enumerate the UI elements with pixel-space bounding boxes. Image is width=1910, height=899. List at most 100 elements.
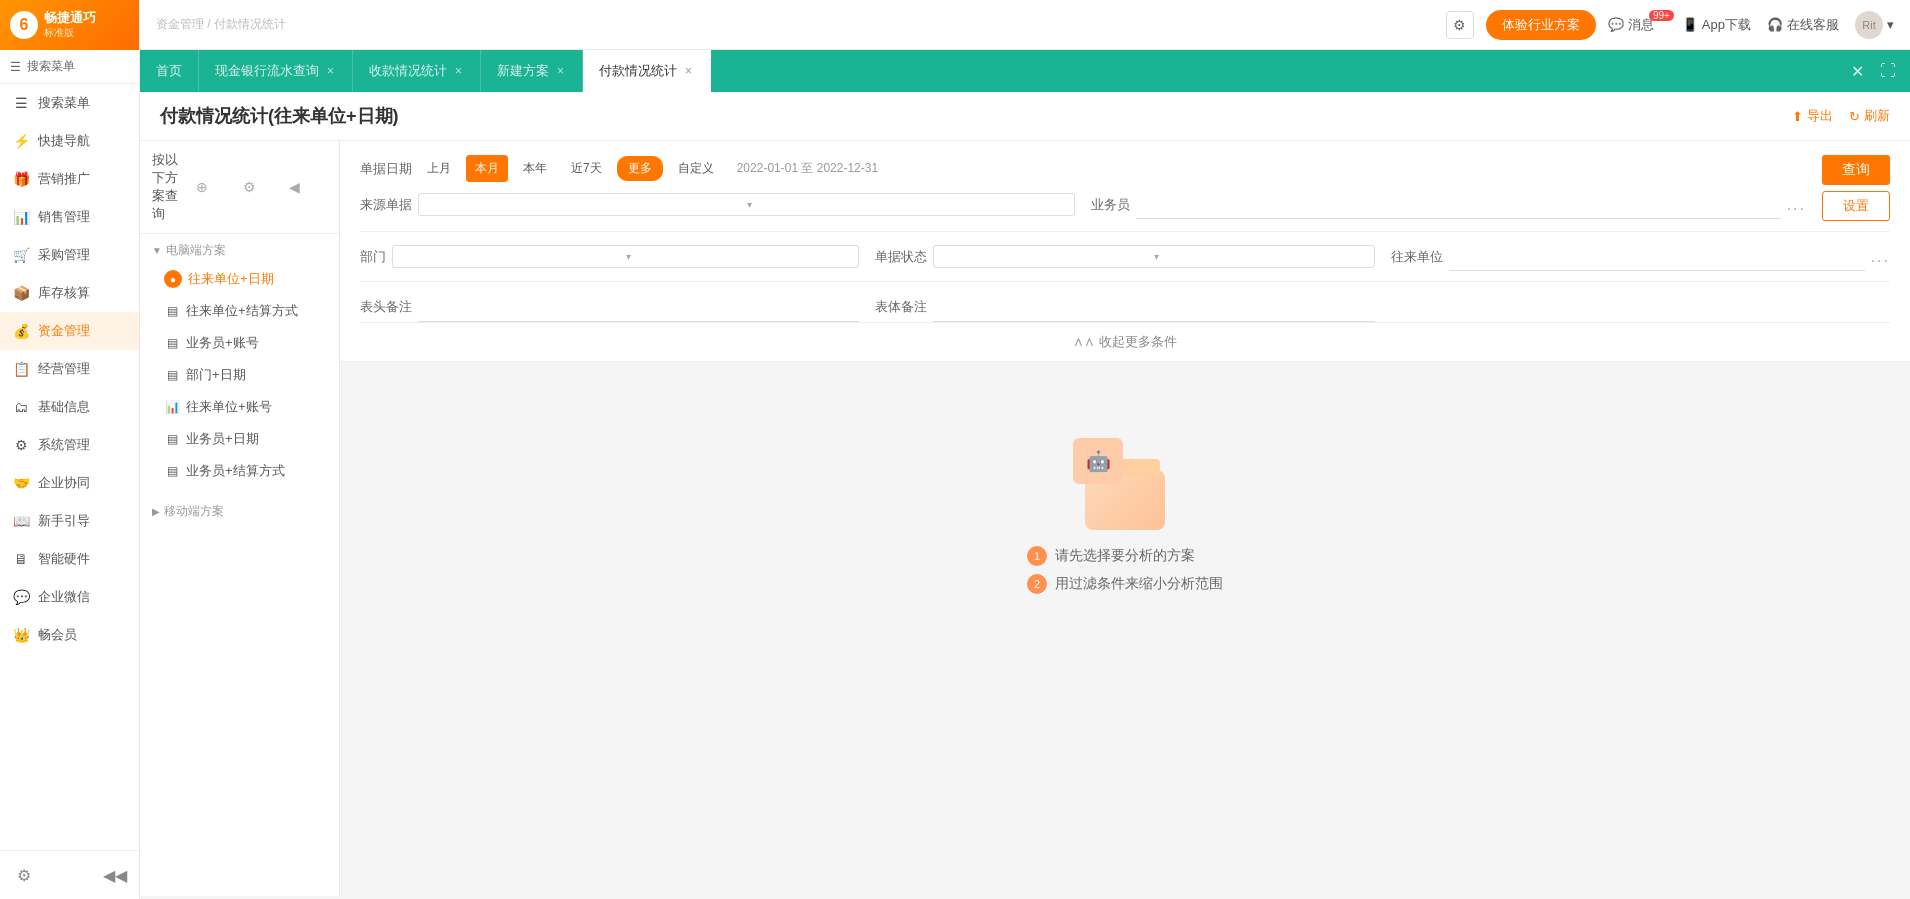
purchase-icon: 🛒: [12, 246, 30, 264]
sidebar-item-wechat[interactable]: 💬 企业微信: [0, 578, 139, 616]
online-service-button[interactable]: 🎧 在线客服: [1767, 16, 1839, 34]
staff-label: 业务员: [1091, 196, 1130, 214]
cooperation-icon: 🤝: [12, 474, 30, 492]
sidebar-item-purchase[interactable]: 🛒 采购管理: [0, 236, 139, 274]
scheme-label-unit-date: 往来单位+日期: [188, 270, 274, 288]
sidebar-item-quick-nav[interactable]: ⚡ 快捷导航: [0, 122, 139, 160]
scheme-item-staff-account[interactable]: ▤ 业务员+账号: [140, 327, 339, 359]
scheme-label-dept-date: 部门+日期: [186, 366, 246, 384]
refresh-icon: ↻: [1849, 109, 1860, 124]
sidebar-item-label-cooperation: 企业协同: [38, 474, 90, 492]
sidebar-item-system[interactable]: ⚙ 系统管理: [0, 426, 139, 464]
filter-settings-button[interactable]: 设置: [1822, 191, 1890, 221]
tab-close-pay-stats[interactable]: ×: [683, 62, 694, 80]
tab-close-bank-flow[interactable]: ×: [325, 62, 336, 80]
collapse-filter-button[interactable]: ∧∧ 收起更多条件: [360, 322, 1890, 361]
collapse-sidebar-icon[interactable]: ◀◀: [101, 861, 129, 889]
app-name-block: 畅捷通巧 标准版: [44, 10, 96, 40]
sidebar-item-label-quick-nav: 快捷导航: [38, 132, 90, 150]
search-menu-item[interactable]: ☰ 搜索菜单: [0, 50, 139, 84]
more-btn[interactable]: 更多: [617, 156, 663, 181]
last7-btn[interactable]: 近7天: [562, 155, 611, 182]
user-avatar-button[interactable]: Rit ▾: [1855, 11, 1894, 39]
page-header: 付款情况统计(往来单位+日期) ⬆ 导出 ↻ 刷新: [140, 92, 1910, 141]
desktop-section-label: 电脑端方案: [166, 242, 226, 259]
download-icon: 📱: [1682, 17, 1698, 32]
tab-close-receive-stats[interactable]: ×: [453, 62, 464, 80]
sidebar-item-finance[interactable]: 💰 资金管理: [0, 312, 139, 350]
scheme-label-staff-account: 业务员+账号: [186, 334, 259, 352]
sidebar-item-member[interactable]: 👑 畅会员: [0, 616, 139, 654]
sidebar-item-hardware[interactable]: 🖥 智能硬件: [0, 540, 139, 578]
sidebar-item-basic[interactable]: 🗂 基础信息: [0, 388, 139, 426]
scheme-item-staff-settlement[interactable]: ▤ 业务员+结算方式: [140, 455, 339, 487]
hint-1-text: 请先选择要分析的方案: [1055, 547, 1195, 565]
tab-pay-stats[interactable]: 付款情况统计×: [583, 50, 711, 92]
app-download-button[interactable]: 📱 App下载: [1682, 16, 1751, 34]
tab-bank-flow[interactable]: 现金银行流水查询×: [199, 50, 353, 92]
active-scheme-dot: ●: [164, 270, 182, 288]
topbar: 资金管理 / 付款情况统计 ⚙ 体验行业方案 💬 消息 99+ 📱 App下载 …: [140, 0, 1910, 50]
body-note-input[interactable]: [933, 292, 1374, 317]
sidebar-item-cooperation[interactable]: 🤝 企业协同: [0, 464, 139, 502]
header-note-input[interactable]: [418, 292, 859, 317]
sidebar-item-sales[interactable]: 📊 销售管理: [0, 198, 139, 236]
staff-input[interactable]: [1136, 190, 1781, 215]
scheme-icon-staff-account: ▤: [164, 335, 180, 351]
tab-home[interactable]: 首页: [140, 50, 199, 92]
guide-icon: 📖: [12, 512, 30, 530]
scheme-item-staff-date[interactable]: ▤ 业务员+日期: [140, 423, 339, 455]
related-unit-dots[interactable]: ...: [1871, 248, 1890, 266]
sidebar-item-label-search: 搜索菜单: [38, 94, 90, 112]
last-month-btn[interactable]: 上月: [418, 155, 460, 182]
mobile-section-toggle[interactable]: ▶ 移动端方案: [140, 495, 339, 524]
voucher-status-select[interactable]: ▾: [933, 245, 1374, 268]
sidebar-item-label-system: 系统管理: [38, 436, 90, 454]
query-button[interactable]: 查询: [1822, 155, 1890, 185]
date-range-text: 2022-01-01 至 2022-12-31: [737, 160, 878, 177]
config-button[interactable]: ⚙: [1446, 11, 1474, 39]
scheme-label-staff-date: 业务员+日期: [186, 430, 259, 448]
scheme-panel: 按以下方案查询 ⊕ ⚙ ◀ ▼ 电脑端方案 ● 往来单位+日期 ▤ 往来单位+结…: [140, 141, 340, 896]
tab-close-new-scheme[interactable]: ×: [555, 62, 566, 80]
scheme-settings-icon[interactable]: ⚙: [241, 177, 281, 197]
voucher-status-arrow: ▾: [1154, 251, 1366, 262]
sidebar-item-operations[interactable]: 📋 经营管理: [0, 350, 139, 388]
source-select[interactable]: ▾: [418, 193, 1075, 216]
scheme-item-unit-account[interactable]: 📊 往来单位+账号: [140, 391, 339, 423]
tab-receive-stats[interactable]: 收款情况统计×: [353, 50, 481, 92]
member-icon: 👑: [12, 626, 30, 644]
mobile-section-label: 移动端方案: [164, 503, 224, 520]
this-month-btn[interactable]: 本月: [466, 155, 508, 182]
maximize-tab-button[interactable]: ⛶: [1876, 58, 1900, 84]
sidebar-item-guide[interactable]: 📖 新手引导: [0, 502, 139, 540]
search-label: 搜索菜单: [27, 58, 75, 75]
refresh-label: 刷新: [1864, 107, 1890, 125]
scheme-item-dept-date[interactable]: ▤ 部门+日期: [140, 359, 339, 391]
hint-2-num: 2: [1027, 574, 1047, 594]
scheme-icon-unit-account: 📊: [164, 399, 180, 415]
sidebar-item-marketing[interactable]: 🎁 营销推广: [0, 160, 139, 198]
staff-dots[interactable]: ...: [1787, 196, 1806, 214]
settings-footer-icon[interactable]: ⚙: [10, 861, 38, 889]
add-scheme-icon[interactable]: ⊕: [194, 177, 234, 197]
refresh-button[interactable]: ↻ 刷新: [1849, 107, 1890, 125]
tab-new-scheme[interactable]: 新建方案×: [481, 50, 583, 92]
sidebar-nav: ☰ 搜索菜单 ⚡ 快捷导航 🎁 营销推广 📊 销售管理 🛒 采购管理 📦 库存核…: [0, 84, 139, 850]
export-button[interactable]: ⬆ 导出: [1792, 107, 1833, 125]
close-tab-button[interactable]: ✕: [1847, 58, 1868, 85]
desktop-section-toggle[interactable]: ▼ 电脑端方案: [140, 234, 339, 263]
message-button[interactable]: 💬 消息 99+: [1608, 16, 1666, 34]
dept-arrow: ▾: [626, 251, 851, 262]
this-year-btn[interactable]: 本年: [514, 155, 556, 182]
sidebar-item-search[interactable]: ☰ 搜索菜单: [0, 84, 139, 122]
dept-select[interactable]: ▾: [392, 245, 859, 268]
collapse-scheme-icon[interactable]: ◀: [287, 177, 327, 197]
chevron-down-icon: ▾: [1887, 17, 1894, 32]
custom-btn[interactable]: 自定义: [669, 155, 723, 182]
sidebar-item-inventory[interactable]: 📦 库存核算: [0, 274, 139, 312]
scheme-item-unit-settlement[interactable]: ▤ 往来单位+结算方式: [140, 295, 339, 327]
related-unit-input[interactable]: [1449, 242, 1865, 267]
trial-button[interactable]: 体验行业方案: [1486, 10, 1596, 40]
scheme-item-unit-date[interactable]: ● 往来单位+日期: [140, 263, 339, 295]
